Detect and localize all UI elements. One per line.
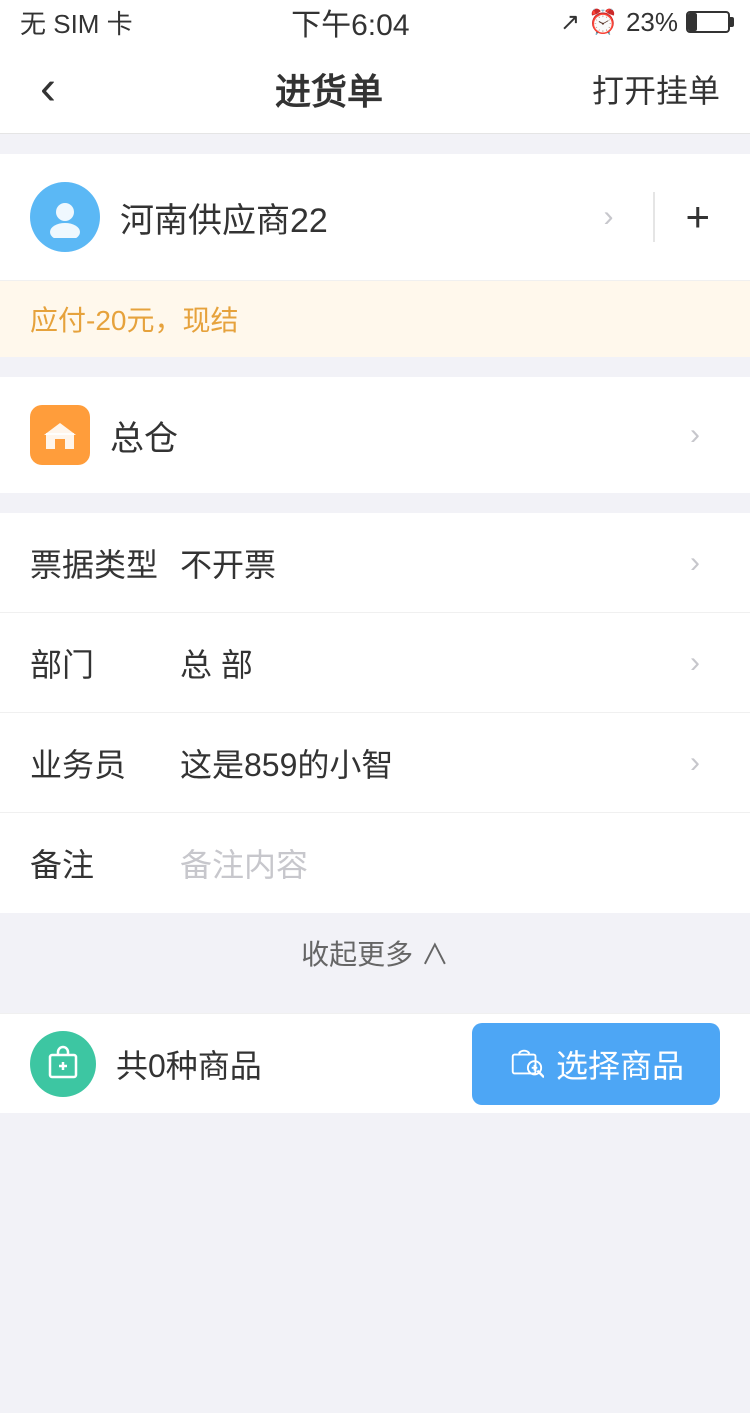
bottom-bar: 共0种商品 选择商品 — [0, 1013, 750, 1113]
warehouse-row[interactable]: 总仓 › — [0, 377, 750, 493]
supplier-row[interactable]: 河南供应商22 › + — [0, 154, 750, 281]
warehouse-icon — [30, 405, 90, 465]
status-bar: 无 SIM 卡 下午6:04 ↗ ⏰ 23% — [0, 0, 750, 44]
remark-row[interactable]: 备注 备注内容 — [0, 813, 750, 913]
sales-label: 业务员 — [30, 740, 170, 786]
remark-label: 备注 — [30, 840, 170, 886]
status-left: 无 SIM 卡 — [20, 4, 141, 41]
back-button[interactable]: ‹ — [30, 51, 66, 126]
sales-value: 这是859的小智 — [170, 740, 690, 786]
select-product-button[interactable]: 选择商品 — [472, 1023, 720, 1105]
battery-icon — [686, 11, 730, 33]
collapse-button[interactable]: 收起更多 ∧ — [0, 913, 750, 993]
open-pending-button[interactable]: 打开挂单 — [592, 66, 720, 112]
supplier-avatar — [30, 182, 100, 252]
carrier-label: 无 SIM 卡 — [20, 4, 133, 41]
dept-row[interactable]: 部门 总 部 › — [0, 613, 750, 713]
remark-input[interactable]: 备注内容 — [170, 840, 720, 886]
warehouse-chevron-icon: › — [690, 418, 700, 452]
collapse-label: 收起更多 ∧ — [301, 933, 449, 973]
gap2 — [0, 357, 750, 377]
gap1 — [0, 134, 750, 154]
sales-row[interactable]: 业务员 这是859的小智 › — [0, 713, 750, 813]
page-title: 进货单 — [275, 63, 383, 115]
invoice-value: 不开票 — [170, 540, 690, 586]
dept-chevron-icon: › — [690, 646, 700, 680]
battery-label: 23% — [626, 7, 678, 38]
supplier-divider — [653, 192, 655, 242]
warehouse-name: 总仓 — [110, 411, 690, 460]
warehouse-card: 总仓 › — [0, 377, 750, 493]
supplier-chevron-icon: › — [603, 200, 613, 234]
gap4 — [0, 993, 750, 1013]
dept-value: 总 部 — [170, 640, 690, 686]
sales-chevron-icon: › — [690, 746, 700, 780]
status-right: ↗ ⏰ 23% — [560, 7, 730, 38]
product-icon — [30, 1031, 96, 1097]
supplier-card: 河南供应商22 › + 应付-20元，现结 — [0, 154, 750, 357]
alarm-icon: ⏰ — [588, 8, 618, 37]
rest-area — [0, 1113, 750, 1413]
notice-bar: 应付-20元，现结 — [0, 281, 750, 357]
notice-text: 应付-20元，现结 — [30, 305, 238, 336]
product-count: 共0种商品 — [116, 1041, 472, 1087]
dept-label: 部门 — [30, 640, 170, 686]
nav-bar: ‹ 进货单 打开挂单 — [0, 44, 750, 134]
invoice-row[interactable]: 票据类型 不开票 › — [0, 513, 750, 613]
location-icon: ↗ — [560, 8, 580, 37]
status-time: 下午6:04 — [291, 0, 409, 44]
supplier-name: 河南供应商22 — [120, 193, 603, 242]
gap3 — [0, 493, 750, 513]
invoice-chevron-icon: › — [690, 546, 700, 580]
select-btn-label: 选择商品 — [556, 1041, 684, 1087]
supplier-add-button[interactable]: + — [675, 193, 720, 241]
form-section: 票据类型 不开票 › 部门 总 部 › 业务员 这是859的小智 › 备注 备注… — [0, 513, 750, 913]
invoice-label: 票据类型 — [30, 540, 170, 586]
